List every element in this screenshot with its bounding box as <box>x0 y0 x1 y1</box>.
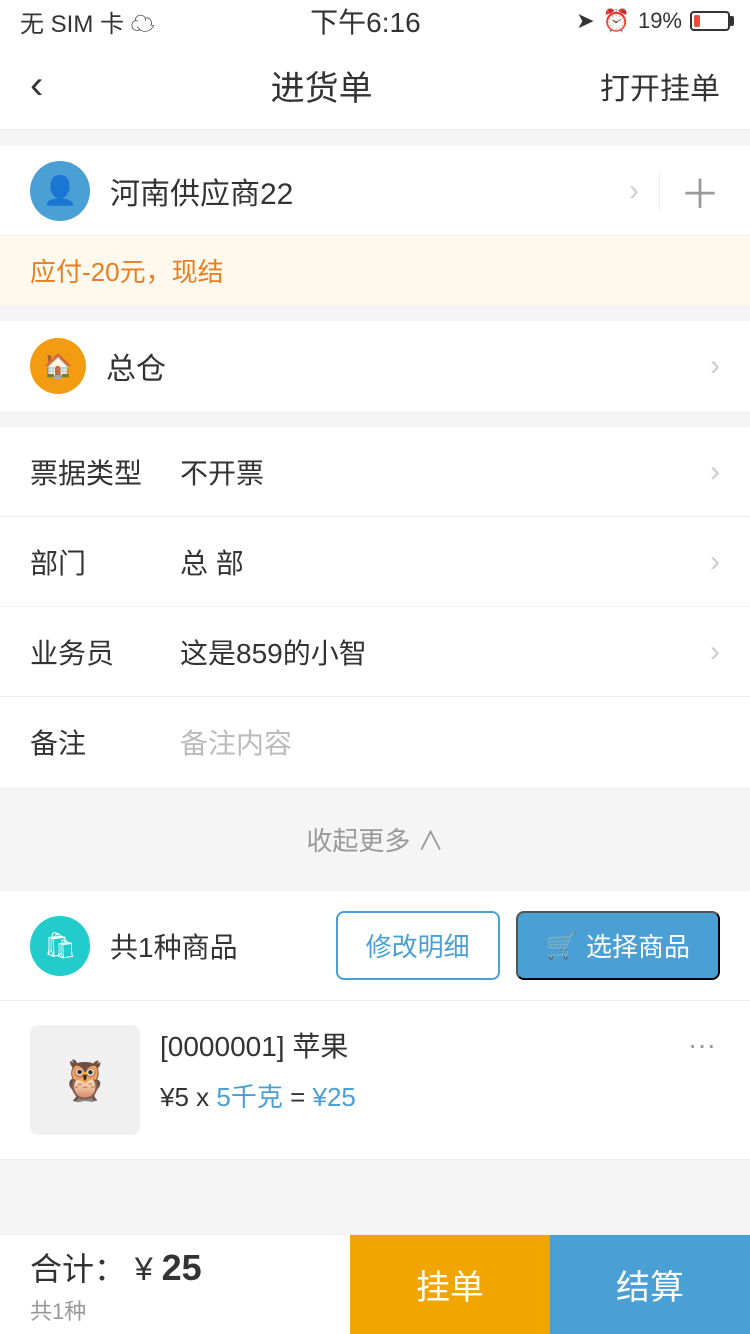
separator-1 <box>0 130 750 146</box>
status-left: 无 SIM 卡 ☁ <box>20 4 155 39</box>
invoice-type-value: 不开票 <box>170 452 710 492</box>
product-name: [0000001] 苹果 <box>160 1025 684 1065</box>
status-right: ➤ ⏰ 19% <box>576 8 730 34</box>
cart-icon: 🛒 <box>546 930 578 961</box>
location-icon: ➤ <box>576 8 594 34</box>
chevron-right-icon: › <box>629 174 639 208</box>
edit-detail-button[interactable]: 修改明细 <box>336 911 500 980</box>
department-value: 总 部 <box>170 542 710 582</box>
total-label: 合计： <box>30 1251 126 1287</box>
supplier-row[interactable]: 👤 河南供应商22 › ＋ <box>0 146 750 236</box>
form-section: 票据类型 不开票 › 部门 总 部 › 业务员 这是859的小智 › 备注 备注… <box>0 427 750 787</box>
multiply-sign: x <box>196 1082 216 1112</box>
remark-value[interactable]: 备注内容 <box>170 722 720 762</box>
collapse-label: 收起更多 ∧ <box>306 821 443 858</box>
sim-status: 无 SIM 卡 ☁ <box>20 4 155 39</box>
bag-icon: 🛍 <box>43 930 76 961</box>
open-pending-button[interactable]: 打开挂单 <box>600 64 720 108</box>
supplier-avatar: 👤 <box>30 161 90 221</box>
equals-sign: = <box>290 1082 312 1112</box>
product-title: 苹果 <box>292 1031 348 1062</box>
select-product-label: 选择商品 <box>586 927 690 964</box>
warehouse-row[interactable]: 🏠 总仓 › <box>0 321 750 411</box>
warehouse-section: 🏠 总仓 › <box>0 321 750 411</box>
department-label: 部门 <box>30 542 170 582</box>
remark-label: 备注 <box>30 722 170 762</box>
warehouse-icon: 🏠 <box>30 338 86 394</box>
more-options-button[interactable]: ··· <box>684 1025 720 1065</box>
owl-logo-icon: 🦉 <box>60 1057 110 1104</box>
salesperson-row[interactable]: 业务员 这是859的小智 › <box>0 607 750 697</box>
department-row[interactable]: 部门 总 部 › <box>0 517 750 607</box>
hang-button[interactable]: 挂单 <box>350 1235 550 1334</box>
product-item: 🦉 [0000001] 苹果 ¥5 x 5千克 = ¥25 ··· <box>0 1001 750 1160</box>
total-amount: 合计： ¥ 25 <box>30 1244 320 1290</box>
invoice-type-label: 票据类型 <box>30 452 170 492</box>
select-product-button[interactable]: 🛒 选择商品 <box>516 911 720 980</box>
invoice-chevron-icon: › <box>710 455 720 489</box>
product-count: 共1种商品 <box>110 926 336 966</box>
nav-bar: ‹ 进货单 打开挂单 <box>0 42 750 130</box>
product-bag-icon: 🛍 <box>30 916 90 976</box>
product-header: 🛍 共1种商品 修改明细 🛒 选择商品 <box>0 891 750 1001</box>
product-code: [0000001] <box>160 1031 285 1062</box>
subtotal: ¥25 <box>313 1082 356 1112</box>
page-title: 进货单 <box>271 61 373 110</box>
vertical-divider <box>659 171 660 211</box>
product-info: [0000001] 苹果 ¥5 x 5千克 = ¥25 <box>160 1025 684 1114</box>
house-icon: 🏠 <box>43 352 73 381</box>
status-bar: 无 SIM 卡 ☁ 下午6:16 ➤ ⏰ 19% <box>0 0 750 42</box>
invoice-type-row[interactable]: 票据类型 不开票 › <box>0 427 750 517</box>
product-price-row: ¥5 x 5千克 = ¥25 <box>160 1077 684 1114</box>
battery-icon <box>690 11 730 31</box>
warehouse-chevron-icon: › <box>710 349 720 383</box>
supplier-name: 河南供应商22 <box>110 169 629 213</box>
department-chevron-icon: › <box>710 545 720 579</box>
status-time: 下午6:16 <box>310 1 421 41</box>
battery-percent: 19% <box>638 8 682 34</box>
bottom-bar: 合计： ¥ 25 共1种 挂单 结算 <box>0 1234 750 1334</box>
salesperson-label: 业务员 <box>30 632 170 672</box>
back-button[interactable]: ‹ <box>30 63 43 108</box>
salesperson-value: 这是859的小智 <box>170 632 710 672</box>
alert-banner: 应付-20元，现结 <box>0 236 750 305</box>
total-value: 25 <box>162 1247 202 1288</box>
alarm-icon: ⏰ <box>603 8 630 34</box>
total-currency: ¥ <box>135 1251 153 1287</box>
warehouse-name: 总仓 <box>106 344 710 388</box>
remark-row[interactable]: 备注 备注内容 <box>0 697 750 787</box>
settle-button[interactable]: 结算 <box>550 1235 750 1334</box>
supplier-section: 👤 河南供应商22 › ＋ 应付-20元，现结 <box>0 146 750 305</box>
collapse-row[interactable]: 收起更多 ∧ <box>0 803 750 875</box>
total-sub: 共1种 <box>30 1294 320 1326</box>
add-supplier-button[interactable]: ＋ <box>680 162 720 220</box>
unit-price: ¥5 <box>160 1082 189 1112</box>
salesperson-chevron-icon: › <box>710 635 720 669</box>
avatar-icon: 👤 <box>43 174 78 207</box>
quantity: 5千克 <box>216 1082 282 1112</box>
product-section: 🛍 共1种商品 修改明细 🛒 选择商品 🦉 [0000001] 苹果 ¥5 x … <box>0 891 750 1160</box>
product-thumbnail: 🦉 <box>30 1025 140 1135</box>
total-section: 合计： ¥ 25 共1种 <box>0 1244 350 1326</box>
